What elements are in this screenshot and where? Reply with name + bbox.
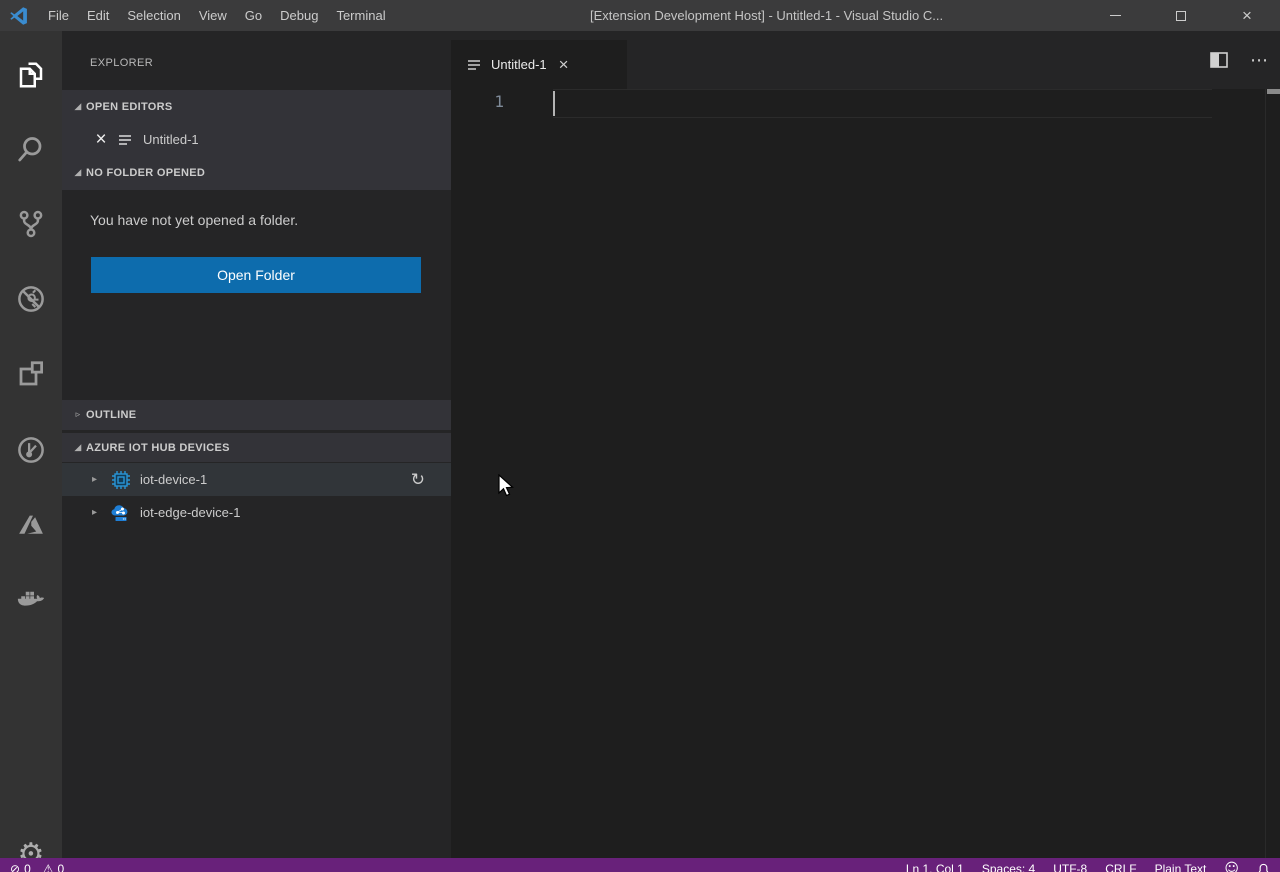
azure-icon [19,515,43,534]
code-editor[interactable]: 1 [451,89,1280,858]
indentation-status[interactable]: Spaces: 4 [982,862,1035,872]
encoding-status[interactable]: UTF-8 [1053,862,1087,872]
circle-branch-icon [18,437,44,463]
twistie-item-icon: ▸ [92,474,98,485]
open-editor-label: Untitled-1 [143,132,199,147]
azure-iot-pane-header-block: ◢ AZURE IOT HUB DEVICES [62,433,451,462]
menu-terminal[interactable]: Terminal [327,0,394,31]
split-editor-icon[interactable] [1210,52,1228,68]
menu-edit[interactable]: Edit [78,0,118,31]
activity-bar: ⚙ [0,31,62,872]
menu-go[interactable]: Go [236,0,271,31]
feedback-smiley-icon[interactable]: ☺ [1224,861,1239,872]
status-left: ⊘ 0 ⚠ 0 [10,862,64,872]
open-editors-header[interactable]: ◢ OPEN EDITORS [62,90,451,123]
error-icon: ⊘ [10,862,21,872]
vscode-logo-icon [10,6,27,25]
activity-circle-branch-button[interactable] [0,419,62,481]
close-icon: × [1242,6,1252,25]
extensions-icon [19,361,43,386]
iot-device-chip-icon [112,470,130,489]
minimize-button[interactable] [1082,0,1148,31]
device-label: iot-device-1 [140,472,208,487]
status-right: Ln 1, Col 1 Spaces: 4 UTF-8 CRLF Plain T… [906,858,1270,872]
file-icon [468,59,480,70]
docker-icon [17,591,45,606]
open-editors-label: OPEN EDITORS [86,100,173,113]
close-tab-button[interactable]: × [559,56,569,73]
activity-extensions-button[interactable] [0,343,62,405]
maximize-button[interactable] [1148,0,1214,31]
scrollbar-divider [1265,89,1266,858]
device-label: iot-edge-device-1 [140,505,241,520]
debug-disabled-icon [18,286,44,312]
activity-explorer-button[interactable] [0,44,62,106]
close-window-button[interactable]: × [1214,0,1280,31]
text-cursor [553,91,555,116]
window-title: [Extension Development Host] - Untitled-… [590,8,944,23]
status-bar: ⊘ 0 ⚠ 0 Ln 1, Col 1 Spaces: 4 UTF-8 CRLF… [0,858,1280,872]
editor-area: Untitled-1 × ⋯ 1 [451,31,1280,858]
open-folder-button[interactable]: Open Folder [91,257,421,293]
overview-ruler-marker [1267,89,1280,94]
search-icon [18,137,42,162]
twistie-expanded-icon: ◢ [74,167,82,178]
more-actions-icon[interactable]: ⋯ [1250,50,1268,71]
pane-headers-block: ◢ OPEN EDITORS × Untitled-1 ◢ NO FOLDER … [62,90,451,190]
maximize-icon [1176,10,1186,21]
current-line-highlight [553,89,1212,118]
file-icon [119,134,131,145]
mouse-pointer [498,474,514,497]
refresh-icon[interactable]: ↻ [411,470,425,490]
explorer-sidebar: EXPLORER ◢ OPEN EDITORS × Untitled-1 ◢ N… [62,31,451,858]
error-count: 0 [24,862,31,872]
outline-label: OUTLINE [86,409,137,421]
files-icon [19,62,43,88]
tree-item-iot-edge-device-1[interactable]: ▸ iot-edge-device-1 [62,496,451,529]
menu-view[interactable]: View [190,0,236,31]
no-folder-message: You have not yet opened a folder. [90,212,299,228]
tab-untitled-1[interactable]: Untitled-1 × [451,40,627,89]
minimize-icon [1109,15,1121,16]
activity-debug-button[interactable] [0,268,62,330]
tree-item-iot-device-1[interactable]: ▸ iot-device-1 ↻ [62,463,451,496]
notifications-bell-icon[interactable] [1257,863,1270,872]
no-folder-opened-label: NO FOLDER OPENED [86,166,206,179]
tab-label: Untitled-1 [491,57,547,72]
azure-iot-hub-devices-label: AZURE IOT HUB DEVICES [86,441,230,454]
language-mode-status[interactable]: Plain Text [1155,862,1207,872]
warning-icon: ⚠ [42,862,54,872]
twistie-expanded-icon: ◢ [74,442,82,453]
activity-source-control-button[interactable] [0,193,62,255]
source-control-icon [19,210,43,238]
sidebar-title: EXPLORER [90,57,154,69]
twistie-collapsed-icon: ▹ [75,410,81,420]
cursor-position-status[interactable]: Ln 1, Col 1 [906,862,964,872]
vscode-window: File Edit Selection View Go Debug Termin… [0,0,1280,872]
twistie-item-icon: ▸ [92,507,98,518]
window-controls: × [1082,0,1280,31]
title-bar: File Edit Selection View Go Debug Termin… [0,0,1280,31]
tab-bar: Untitled-1 × ⋯ [451,31,1280,89]
outline-pane: ▹ OUTLINE [62,400,451,430]
activity-docker-button[interactable] [0,569,62,631]
azure-iot-hub-devices-header[interactable]: ◢ AZURE IOT HUB DEVICES [62,433,451,462]
problems-status[interactable]: ⊘ 0 ⚠ 0 [10,862,64,872]
no-folder-opened-header[interactable]: ◢ NO FOLDER OPENED [62,156,451,189]
outline-header[interactable]: ▹ OUTLINE [62,400,451,430]
eol-status[interactable]: CRLF [1105,862,1136,872]
activity-search-button[interactable] [0,119,62,181]
line-number: 1 [494,92,504,111]
activity-azure-button[interactable] [0,494,62,556]
warning-count: 0 [57,862,65,872]
iot-edge-device-cloud-icon [111,504,128,521]
menu-file[interactable]: File [39,0,78,31]
menu-selection[interactable]: Selection [118,0,189,31]
twistie-expanded-icon: ◢ [74,101,82,112]
close-editor-button[interactable]: × [92,130,110,149]
menu-debug[interactable]: Debug [271,0,327,31]
editor-actions: ⋯ [1210,31,1268,89]
open-editor-item-untitled-1[interactable]: × Untitled-1 [62,123,451,156]
